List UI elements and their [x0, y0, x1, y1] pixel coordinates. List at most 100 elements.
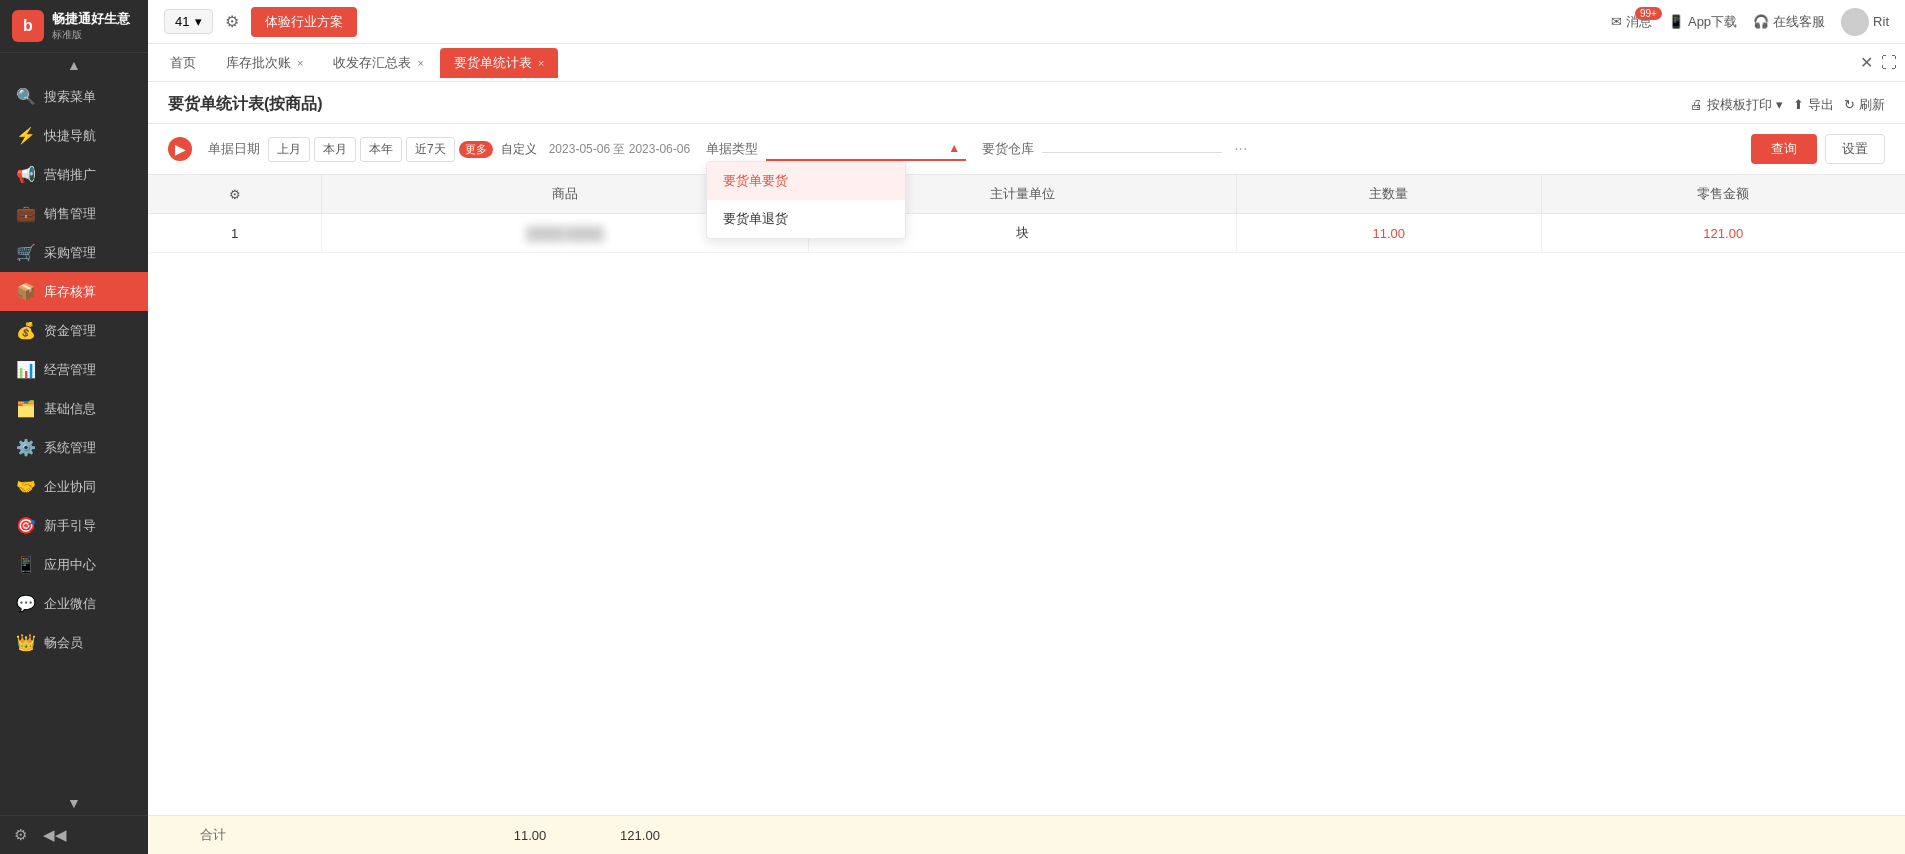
settings-button[interactable]: 设置	[1825, 134, 1885, 164]
print-icon: 🖨	[1690, 97, 1703, 112]
print-label: 按模板打印	[1707, 96, 1772, 114]
dropdown-item-return[interactable]: 要货单退货	[707, 200, 905, 238]
wechat-icon: 💬	[16, 594, 36, 613]
date-btn-this-month[interactable]: 本月	[314, 137, 356, 162]
table-header-quantity: 主数量	[1237, 175, 1541, 214]
settings-icon: ⚙	[229, 187, 241, 202]
close-all-button[interactable]: ✕	[1860, 53, 1873, 72]
refresh-button[interactable]: ↻ 刷新	[1844, 96, 1885, 114]
query-button[interactable]: 查询	[1751, 134, 1817, 164]
purchase-icon: 🛒	[16, 243, 36, 262]
chevron-down-icon: ▾	[1776, 97, 1783, 112]
sidebar-item-quicknav[interactable]: ⚡ 快捷导航	[0, 116, 148, 155]
warehouse-select[interactable]	[1042, 146, 1222, 153]
search-icon: 🔍	[16, 87, 36, 106]
close-icon[interactable]: ×	[538, 57, 544, 69]
online-service-label: 在线客服	[1773, 13, 1825, 31]
base-icon: 🗂️	[16, 399, 36, 418]
inventory-icon: 📦	[16, 282, 36, 301]
settings-icon[interactable]: ⚙	[14, 826, 27, 844]
more-dates-button[interactable]: 更多	[459, 141, 493, 158]
tab-selector[interactable]: 41 ▾	[164, 9, 213, 34]
sidebar-item-inventory[interactable]: 📦 库存核算	[0, 272, 148, 311]
date-filter-group: 单据日期 上月 本月 本年 近7天 更多 自定义 2023-05-06 至 20…	[208, 137, 690, 162]
avatar	[1841, 8, 1869, 36]
tab-row: 首页 库存批次账 × 收发存汇总表 × 要货单统计表 × ✕ ⛶	[148, 44, 1905, 82]
messages-btn[interactable]: ✉ 消息 99+	[1611, 13, 1652, 31]
sales-icon: 💼	[16, 204, 36, 223]
sidebar-item-label: 销售管理	[44, 205, 96, 223]
sidebar-item-member[interactable]: 👑 畅会员	[0, 623, 148, 662]
marketing-icon: 📢	[16, 165, 36, 184]
tab-order-stat[interactable]: 要货单统计表 ×	[440, 48, 558, 78]
dots-icon[interactable]: ···	[1234, 140, 1247, 158]
type-filter-group: 单据类型 ▲ 要货单要货 要货单退货	[706, 138, 966, 161]
sidebar-item-operation[interactable]: 📊 经营管理	[0, 350, 148, 389]
tab-receivable-summary[interactable]: 收发存汇总表 ×	[319, 48, 437, 78]
online-service-btn[interactable]: 🎧 在线客服	[1753, 13, 1825, 31]
app-logo: b 畅捷通好生意 标准版	[0, 0, 148, 53]
sidebar-item-newbie[interactable]: 🎯 新手引导	[0, 506, 148, 545]
page-content: 要货单统计表(按商品) 🖨 按模板打印 ▾ ⬆ 导出 ↻ 刷新	[148, 82, 1905, 854]
sidebar-item-apps[interactable]: 📱 应用中心	[0, 545, 148, 584]
expand-filter-button[interactable]: ▶	[168, 137, 192, 161]
type-filter-label: 单据类型	[706, 140, 758, 158]
sidebar-item-label: 采购管理	[44, 244, 96, 262]
footer-label: 合计	[160, 826, 360, 844]
date-buttons: 上月 本月 本年 近7天 更多	[268, 137, 493, 162]
tab-row-right: ✕ ⛶	[1860, 53, 1897, 72]
close-icon[interactable]: ×	[417, 57, 423, 69]
expand-icon: ▶	[175, 141, 186, 157]
app-download-btn[interactable]: 📱 App下载	[1668, 13, 1737, 31]
chevron-up-icon: ▲	[948, 141, 960, 155]
tab-home-label: 首页	[170, 54, 196, 72]
sidebar-item-label: 快捷导航	[44, 127, 96, 145]
sidebar-item-wechat[interactable]: 💬 企业微信	[0, 584, 148, 623]
sidebar-item-purchase[interactable]: 🛒 采购管理	[0, 233, 148, 272]
sidebar-item-marketing[interactable]: 📢 营销推广	[0, 155, 148, 194]
sidebar-item-sales[interactable]: 💼 销售管理	[0, 194, 148, 233]
tab-home[interactable]: 首页	[156, 48, 210, 78]
row-quantity: 11.00	[1237, 214, 1541, 253]
tab-inventory-batch-label: 库存批次账	[226, 54, 291, 72]
custom-date-button[interactable]: 自定义	[501, 141, 537, 158]
dropdown-item-order[interactable]: 要货单要货	[707, 162, 905, 200]
type-select[interactable]: ▲	[766, 138, 966, 161]
sidebar-item-base[interactable]: 🗂️ 基础信息	[0, 389, 148, 428]
sidebar-item-finance[interactable]: 💰 资金管理	[0, 311, 148, 350]
sidebar-bottom: ⚙ ◀◀	[0, 815, 148, 854]
user-name: Rit	[1873, 14, 1889, 29]
row-amount: 121.00	[1541, 214, 1905, 253]
collapse-icon[interactable]: ◀◀	[43, 826, 67, 844]
row-num: 1	[148, 214, 322, 253]
date-btn-this-year[interactable]: 本年	[360, 137, 402, 162]
warehouse-filter-group: 要货仓库 ···	[982, 140, 1247, 158]
footer-quantity: 11.00	[480, 828, 580, 843]
sidebar-item-enterprise[interactable]: 🤝 企业协同	[0, 467, 148, 506]
warehouse-filter-label: 要货仓库	[982, 140, 1034, 158]
table-header-settings[interactable]: ⚙	[148, 175, 322, 214]
export-button[interactable]: ⬆ 导出	[1793, 96, 1834, 114]
user-profile[interactable]: Rit	[1841, 8, 1889, 36]
expand-tabs-button[interactable]: ⛶	[1881, 54, 1897, 72]
table-container: ⚙ 商品 主计量单位 主数量 零售金额 1 ████ ████	[148, 175, 1905, 815]
date-btn-7days[interactable]: 近7天	[406, 137, 455, 162]
sidebar-item-label: 经营管理	[44, 361, 96, 379]
sidebar-scroll-down[interactable]: ▼	[0, 791, 148, 815]
sidebar-scroll-up[interactable]: ▲	[0, 53, 148, 77]
sidebar-item-search[interactable]: 🔍 搜索菜单	[0, 77, 148, 116]
tab-inventory-batch[interactable]: 库存批次账 ×	[212, 48, 317, 78]
sidebar-item-system[interactable]: ⚙️ 系统管理	[0, 428, 148, 467]
gear-button[interactable]: ⚙	[225, 12, 239, 31]
date-btn-last-month[interactable]: 上月	[268, 137, 310, 162]
close-icon[interactable]: ×	[297, 57, 303, 69]
phone-icon: 📱	[1668, 14, 1684, 29]
print-template-button[interactable]: 🖨 按模板打印 ▾	[1690, 96, 1783, 114]
footer-amount: 121.00	[590, 828, 690, 843]
trial-button[interactable]: 体验行业方案	[251, 7, 357, 37]
sidebar-item-label: 企业微信	[44, 595, 96, 613]
sidebar-item-label: 营销推广	[44, 166, 96, 184]
top-bar-left: 41 ▾ ⚙ 体验行业方案	[164, 7, 357, 37]
page-title: 要货单统计表(按商品)	[168, 94, 323, 115]
type-input[interactable]	[772, 141, 944, 156]
